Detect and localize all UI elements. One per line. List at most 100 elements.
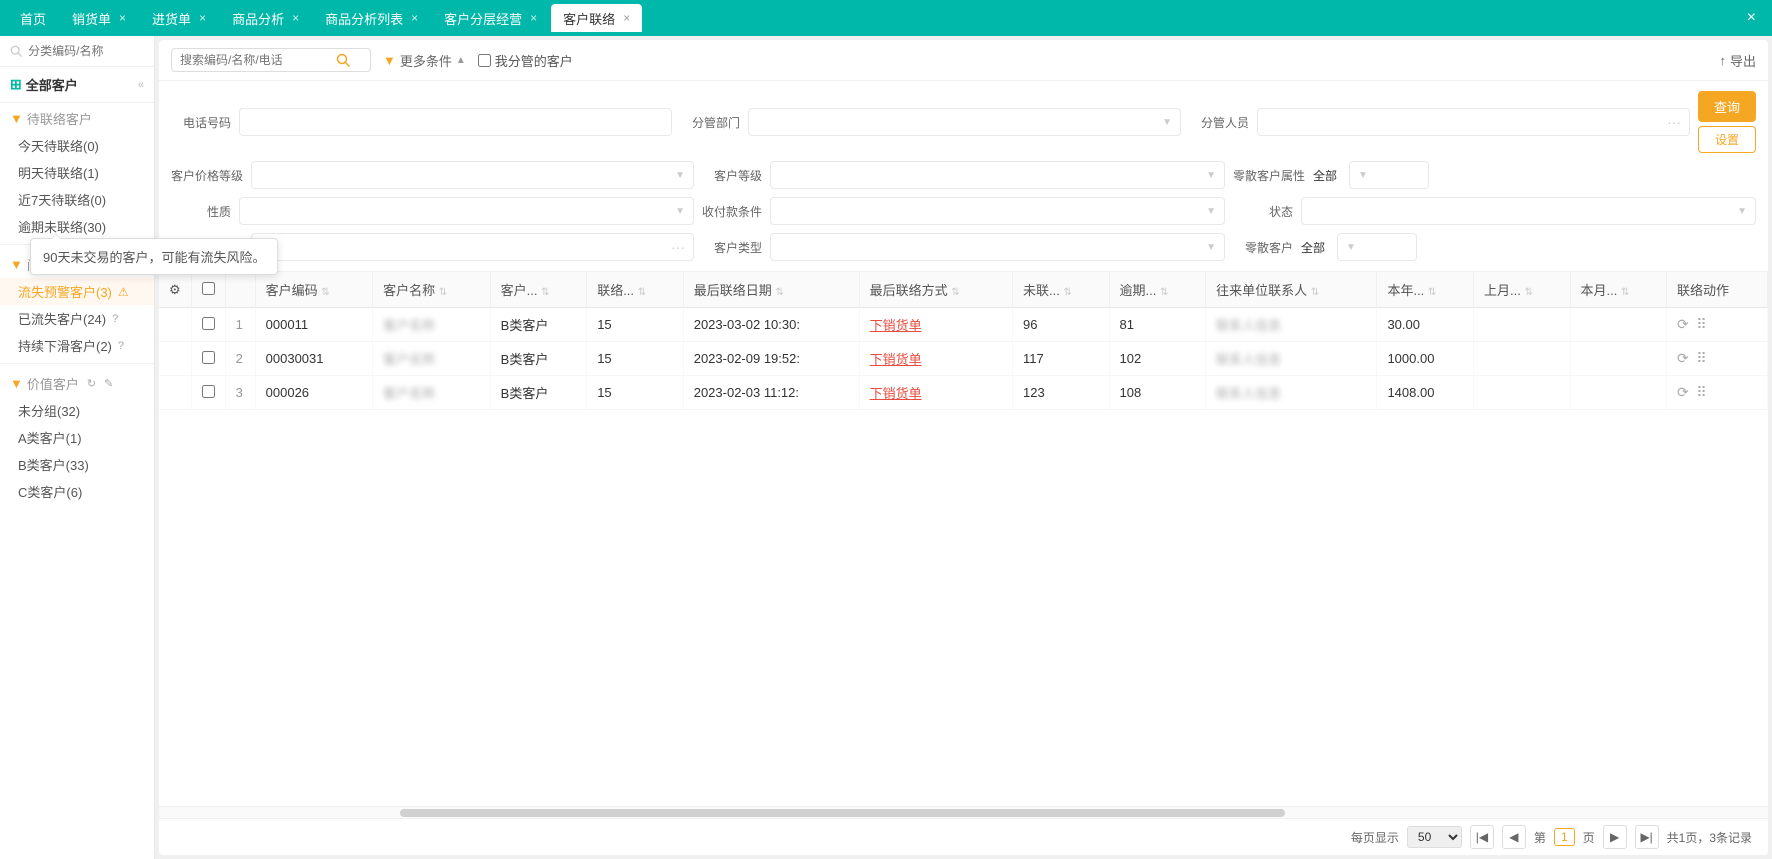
sidebar-item-class-b[interactable]: B类客户(33) bbox=[0, 451, 154, 478]
tab-purchase-close[interactable]: × bbox=[199, 11, 206, 25]
column-gear[interactable]: ⚙ bbox=[159, 272, 191, 308]
select-all-checkbox[interactable] bbox=[202, 282, 215, 295]
tab-purchase[interactable]: 进货单 × bbox=[140, 4, 218, 32]
sidebar-search-input[interactable] bbox=[28, 44, 144, 58]
value-refresh-icon[interactable]: ↻ bbox=[87, 377, 96, 390]
sidebar-item-week[interactable]: 近7天待联络(0) bbox=[0, 186, 154, 213]
window-close-button[interactable]: × bbox=[1739, 9, 1764, 27]
tab-customer-tier-close[interactable]: × bbox=[530, 11, 537, 25]
customer-type-select[interactable]: ▼ bbox=[770, 233, 1225, 261]
retail-attr-select[interactable]: ▼ bbox=[1349, 161, 1429, 189]
per-page-select[interactable]: 50 100 200 bbox=[1407, 826, 1462, 848]
column-contact[interactable]: 联络... ⇅ bbox=[587, 272, 684, 308]
next-page-btn[interactable]: ▶ bbox=[1603, 825, 1627, 849]
region-dots[interactable]: ··· bbox=[671, 239, 685, 255]
price-tier-select[interactable]: ▼ bbox=[251, 161, 694, 189]
sidebar-item-churn-risk[interactable]: 流失预警客户(3) ⚠ bbox=[0, 278, 154, 305]
dept-select[interactable]: ▼ bbox=[748, 108, 1181, 136]
column-name[interactable]: 客户名称 ⇅ bbox=[373, 272, 491, 308]
retail-customer-select[interactable]: ▼ bbox=[1337, 233, 1417, 261]
retail-attr-chevron: ▼ bbox=[1358, 170, 1368, 181]
filter-bar: ▼ 更多条件 ▲ 我分管的客户 ↑ 导出 bbox=[159, 40, 1768, 81]
all-customers-header[interactable]: ⊞ 全部客户 « bbox=[0, 67, 154, 103]
my-customers-checkbox[interactable] bbox=[478, 54, 491, 67]
filter-search-input[interactable] bbox=[180, 53, 330, 67]
column-last-contact-date[interactable]: 最后联络日期 ⇅ bbox=[683, 272, 859, 308]
column-unit-contact[interactable]: 往来单位联系人 ⇅ bbox=[1206, 272, 1377, 308]
row-link-icon[interactable]: ⟳ bbox=[1677, 316, 1689, 332]
payment-select[interactable]: ▼ bbox=[770, 197, 1225, 225]
column-this-year[interactable]: 本年... ⇅ bbox=[1377, 272, 1474, 308]
tab-customer-link[interactable]: 客户联络 × bbox=[551, 4, 642, 32]
column-overdue[interactable]: 逾期... ⇅ bbox=[1109, 272, 1206, 308]
value-edit-icon[interactable]: ✎ bbox=[104, 377, 113, 390]
export-button[interactable]: ↑ 导出 bbox=[1719, 51, 1756, 70]
tab-customer-tier[interactable]: 客户分层经营 × bbox=[432, 4, 549, 32]
sidebar-section-pending: ▼ 待联络客户 bbox=[0, 103, 154, 132]
row-checkbox[interactable] bbox=[202, 317, 215, 330]
tab-home[interactable]: 首页 bbox=[8, 4, 58, 32]
last-method-link[interactable]: 下销货单 bbox=[870, 386, 922, 401]
row-checkbox[interactable] bbox=[202, 385, 215, 398]
filter-search-container bbox=[171, 48, 371, 72]
more-conditions-arrow: ▲ bbox=[456, 55, 466, 66]
sidebar-item-class-c[interactable]: C类客户(6) bbox=[0, 478, 154, 505]
retail-customer-field: 零散客户 全部 ▼ bbox=[1233, 233, 1756, 261]
first-page-btn[interactable]: |◀ bbox=[1470, 825, 1494, 849]
column-last-contact-method[interactable]: 最后联络方式 ⇅ bbox=[859, 272, 1012, 308]
row-overdue: 102 bbox=[1109, 342, 1206, 376]
column-last-month[interactable]: 上月... ⇅ bbox=[1473, 272, 1570, 308]
customer-tier-select[interactable]: ▼ bbox=[770, 161, 1225, 189]
phone-input[interactable] bbox=[239, 108, 672, 136]
sidebar-item-unclassified[interactable]: 未分组(32) bbox=[0, 397, 154, 424]
more-conditions-label: 更多条件 bbox=[400, 51, 452, 70]
gender-select[interactable]: ▼ bbox=[239, 197, 694, 225]
last-method-link[interactable]: 下销货单 bbox=[870, 352, 922, 367]
tab-sales[interactable]: 销货单 × bbox=[60, 4, 138, 32]
row-more-icon[interactable]: ⠿ bbox=[1696, 316, 1706, 332]
settings-button[interactable]: 设置 bbox=[1698, 126, 1756, 153]
column-type[interactable]: 客户... ⇅ bbox=[490, 272, 587, 308]
row-actions: ⟳ ⠿ bbox=[1667, 342, 1768, 376]
status-select[interactable]: ▼ bbox=[1301, 197, 1756, 225]
row-link-icon[interactable]: ⟳ bbox=[1677, 384, 1689, 400]
sidebar-item-overdue[interactable]: 逾期未联络(30) bbox=[0, 213, 154, 240]
sidebar-item-churned[interactable]: 已流失客户(24) ? bbox=[0, 305, 154, 332]
gear-icon[interactable]: ⚙ bbox=[169, 282, 181, 297]
sidebar-item-today[interactable]: 今天待联络(0) bbox=[0, 132, 154, 159]
row-link-icon[interactable]: ⟳ bbox=[1677, 350, 1689, 366]
tab-customer-link-close[interactable]: × bbox=[623, 11, 630, 25]
tab-analysis[interactable]: 商品分析 × bbox=[220, 4, 311, 32]
row-unit-contact: 联系人信息 bbox=[1206, 308, 1377, 342]
tab-analysis-list-close[interactable]: × bbox=[411, 11, 418, 25]
prev-page-btn[interactable]: ◀ bbox=[1502, 825, 1526, 849]
column-uncontacted[interactable]: 未联... ⇅ bbox=[1013, 272, 1110, 308]
last-method-link[interactable]: 下销货单 bbox=[870, 318, 922, 333]
sidebar-item-declining[interactable]: 持续下滑客户(2) ? bbox=[0, 332, 154, 359]
query-button[interactable]: 查询 bbox=[1698, 91, 1756, 122]
row-more-icon[interactable]: ⠿ bbox=[1696, 350, 1706, 366]
my-customers-filter[interactable]: 我分管的客户 bbox=[478, 51, 573, 70]
tab-analysis-close[interactable]: × bbox=[292, 11, 299, 25]
column-last-month-label: 上月... bbox=[1484, 283, 1521, 298]
column-this-month[interactable]: 本月... ⇅ bbox=[1570, 272, 1667, 308]
tab-sales-close[interactable]: × bbox=[119, 11, 126, 25]
row-more-icon[interactable]: ⠿ bbox=[1696, 384, 1706, 400]
row-actions: ⟳ ⠿ bbox=[1667, 308, 1768, 342]
filter-search-icon[interactable] bbox=[336, 53, 350, 67]
column-code[interactable]: 客户编码 ⇅ bbox=[255, 272, 373, 308]
manager-select[interactable]: ··· bbox=[1257, 108, 1690, 136]
last-page-btn[interactable]: ▶| bbox=[1635, 825, 1659, 849]
sidebar-item-class-a[interactable]: A类客户(1) bbox=[0, 424, 154, 451]
row-index: 2 bbox=[225, 342, 255, 376]
row-checkbox[interactable] bbox=[202, 351, 215, 364]
sidebar-item-tomorrow[interactable]: 明天待联络(1) bbox=[0, 159, 154, 186]
more-conditions-btn[interactable]: ▼ 更多条件 ▲ bbox=[383, 51, 466, 70]
region-select[interactable]: ··· bbox=[251, 233, 694, 261]
horizontal-scrollbar[interactable] bbox=[159, 806, 1768, 818]
tab-analysis-list[interactable]: 商品分析列表 × bbox=[313, 4, 430, 32]
manager-dots[interactable]: ··· bbox=[1667, 114, 1681, 130]
content-area: ▼ 更多条件 ▲ 我分管的客户 ↑ 导出 电话号码 bbox=[159, 40, 1768, 855]
row-action-icon bbox=[159, 342, 191, 376]
column-action-label: 联络动作 bbox=[1677, 283, 1729, 298]
